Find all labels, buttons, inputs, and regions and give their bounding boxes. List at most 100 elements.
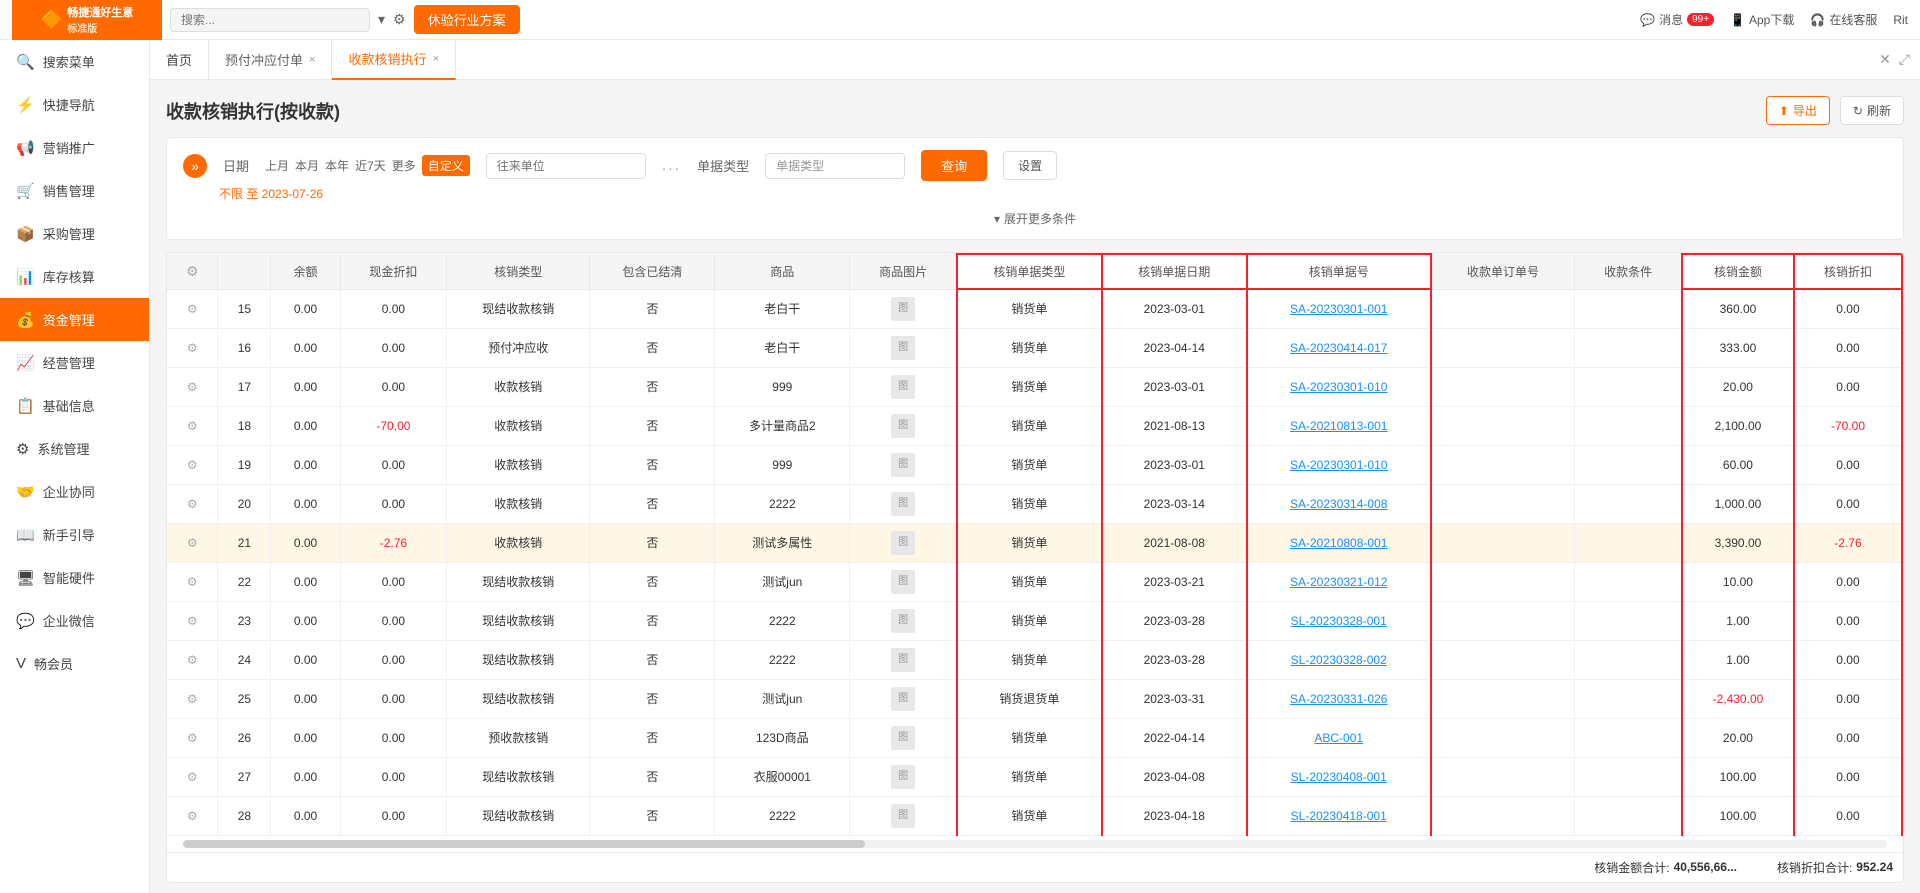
cell-cancel-bill-no[interactable]: SL-20230408-001	[1247, 757, 1431, 796]
solution-button[interactable]: 休验行业方案	[414, 5, 520, 34]
filter-toggle-button[interactable]: »	[183, 154, 207, 178]
cell-settings[interactable]: ⚙	[167, 523, 218, 562]
cell-cash-discount: 0.00	[340, 445, 446, 484]
cell-cancel-bill-no[interactable]: SA-20230321-012	[1247, 562, 1431, 601]
filter-settings-button[interactable]: 设置	[1003, 151, 1057, 180]
cell-settings[interactable]: ⚙	[167, 445, 218, 484]
cell-cancel-bill-type: 销货单	[957, 406, 1102, 445]
sidebar-item-enterprise[interactable]: 🤝 企业协同	[0, 470, 149, 513]
cell-settings[interactable]: ⚙	[167, 562, 218, 601]
cell-settings[interactable]: ⚙	[167, 796, 218, 835]
online-service-action[interactable]: 🎧 在线客服	[1810, 11, 1877, 28]
user-action[interactable]: Rit	[1893, 13, 1908, 27]
cell-cancel-bill-no[interactable]: SA-20230301-010	[1247, 367, 1431, 406]
cell-receipt-condition	[1575, 640, 1682, 679]
sidebar-item-purchase[interactable]: 📦 采购管理	[0, 212, 149, 255]
cell-seq: 26	[218, 718, 271, 757]
partner-input[interactable]	[486, 153, 646, 179]
query-button[interactable]: 查询	[921, 150, 987, 181]
cell-cancel-type: 收款核销	[447, 445, 590, 484]
column-settings-icon[interactable]: ⚙	[186, 263, 199, 279]
sidebar-item-marketing[interactable]: 📢 营销推广	[0, 126, 149, 169]
cell-settings[interactable]: ⚙	[167, 601, 218, 640]
cell-receipt-order-no	[1431, 601, 1575, 640]
cell-cancel-bill-no[interactable]: SA-20230301-010	[1247, 445, 1431, 484]
tab2-close-icon[interactable]: ×	[432, 53, 438, 65]
expand-more-button[interactable]: ▾ 展开更多条件	[183, 210, 1887, 227]
sidebar-item-search[interactable]: 🔍 搜索菜单	[0, 40, 149, 83]
sidebar-item-shortcut[interactable]: ⚡ 快捷导航	[0, 83, 149, 126]
sidebar-item-finance[interactable]: 💰 资金管理	[0, 298, 149, 341]
window-close-icon[interactable]: ✕	[1879, 51, 1891, 68]
gear-icon[interactable]: ⚙	[393, 11, 406, 28]
dropdown-chevron-icon[interactable]: ▾	[378, 11, 385, 28]
cell-settings[interactable]: ⚙	[167, 718, 218, 757]
cell-settings[interactable]: ⚙	[167, 367, 218, 406]
cell-cancel-bill-no[interactable]: SL-20230328-001	[1247, 601, 1431, 640]
cell-cancel-amount: 333.00	[1682, 328, 1794, 367]
export-button[interactable]: ⬆ 导出	[1766, 96, 1830, 125]
tab1-close-icon[interactable]: ×	[309, 54, 315, 66]
date-more[interactable]: 更多	[392, 157, 416, 174]
cell-receipt-condition	[1575, 757, 1682, 796]
bill-type-select[interactable]: 单据类型	[765, 153, 905, 179]
cell-goods: 999	[715, 445, 850, 484]
book-icon: 📖	[16, 526, 35, 544]
sidebar-item-system[interactable]: ⚙ 系统管理	[0, 427, 149, 470]
cell-settings[interactable]: ⚙	[167, 289, 218, 328]
cell-cancel-type: 现结收款核销	[447, 601, 590, 640]
cell-cash-discount: 0.00	[340, 601, 446, 640]
window-max-icon[interactable]: ⤢	[1899, 51, 1910, 68]
date-this-month[interactable]: 本月	[295, 157, 319, 174]
cell-cancel-bill-no[interactable]: SA-20210813-001	[1247, 406, 1431, 445]
sidebar-item-guide[interactable]: 📖 新手引导	[0, 513, 149, 556]
cell-cancel-bill-no[interactable]: SA-20210808-001	[1247, 523, 1431, 562]
cell-cancel-bill-no[interactable]: ABC-001	[1247, 718, 1431, 757]
messages-action[interactable]: 💬 消息 99+	[1640, 11, 1714, 28]
sidebar-item-operations[interactable]: 📈 经营管理	[0, 341, 149, 384]
date-last-month[interactable]: 上月	[265, 157, 289, 174]
cell-goods: 测试多属性	[715, 523, 850, 562]
th-settings[interactable]: ⚙	[167, 254, 218, 289]
cell-cancel-bill-no[interactable]: SA-20230314-008	[1247, 484, 1431, 523]
cell-settings[interactable]: ⚙	[167, 406, 218, 445]
settings-icon: ⚙	[16, 440, 29, 458]
top-search-input[interactable]	[170, 8, 370, 32]
cell-included-cleared: 否	[590, 367, 715, 406]
cell-receipt-order-no	[1431, 484, 1575, 523]
cell-goods-img: 图	[850, 796, 957, 835]
cell-settings[interactable]: ⚙	[167, 640, 218, 679]
cell-settings[interactable]: ⚙	[167, 484, 218, 523]
date-this-year[interactable]: 本年	[325, 157, 349, 174]
sidebar-item-basics[interactable]: 📋 基础信息	[0, 384, 149, 427]
sidebar-item-wechat[interactable]: 💬 企业微信	[0, 599, 149, 642]
table-row: ⚙ 27 0.00 0.00 现结收款核销 否 衣服00001 图 销货单 20…	[167, 757, 1902, 796]
cell-cancel-discount: 0.00	[1794, 367, 1902, 406]
date-7days[interactable]: 近7天	[355, 157, 386, 174]
cell-balance: 0.00	[271, 640, 340, 679]
cell-cancel-bill-no[interactable]: SA-20230331-026	[1247, 679, 1431, 718]
cell-included-cleared: 否	[590, 718, 715, 757]
refresh-button[interactable]: ↻ 刷新	[1840, 96, 1904, 125]
sidebar-item-sales[interactable]: 🛒 销售管理	[0, 169, 149, 212]
cell-settings[interactable]: ⚙	[167, 757, 218, 796]
app-download-action[interactable]: 📱 App下载	[1730, 11, 1794, 28]
cell-cancel-bill-type: 销货单	[957, 367, 1102, 406]
horizontal-scrollbar[interactable]	[183, 840, 1887, 848]
cell-cancel-bill-no[interactable]: SL-20230418-001	[1247, 796, 1431, 835]
cell-cancel-bill-no[interactable]: SA-20230414-017	[1247, 328, 1431, 367]
cell-cancel-bill-date: 2023-03-14	[1102, 484, 1247, 523]
tab-prepay[interactable]: 预付冲应付单 ×	[209, 40, 332, 80]
sidebar-item-hardware[interactable]: 🖥 智能硬件	[0, 556, 149, 599]
cell-cancel-bill-no[interactable]: SL-20230328-002	[1247, 640, 1431, 679]
cell-settings[interactable]: ⚙	[167, 328, 218, 367]
total-amount-label: 核销金额合计:	[1594, 859, 1669, 876]
tab-home[interactable]: 首页	[150, 40, 209, 80]
sidebar-item-vip[interactable]: V 畅会员	[0, 642, 149, 685]
tab-cancel[interactable]: 收款核销执行 ×	[332, 40, 455, 80]
cell-cancel-bill-no[interactable]: SA-20230301-001	[1247, 289, 1431, 328]
date-custom[interactable]: 自定义	[422, 155, 470, 176]
cell-settings[interactable]: ⚙	[167, 679, 218, 718]
export-label: 导出	[1793, 102, 1817, 119]
sidebar-item-inventory[interactable]: 📊 库存核算	[0, 255, 149, 298]
